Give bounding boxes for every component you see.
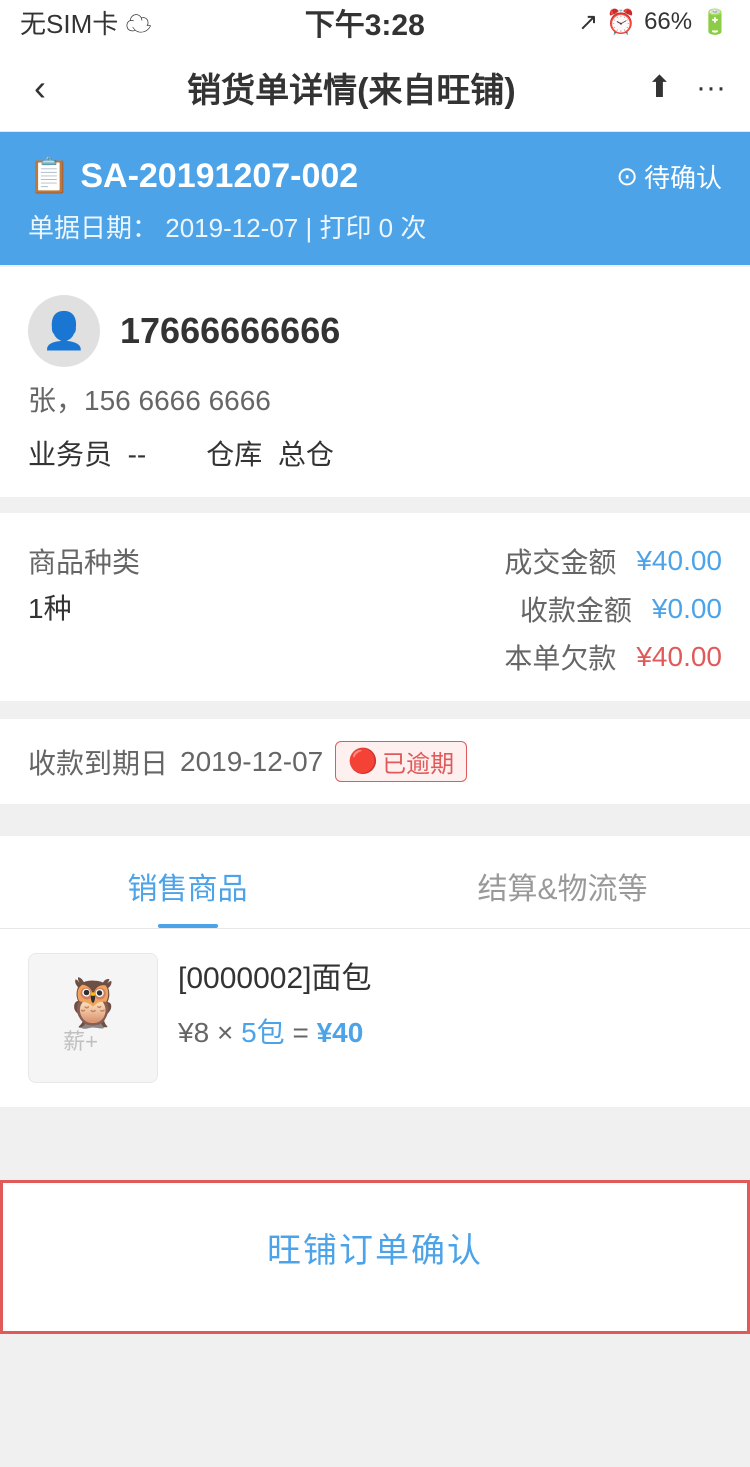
product-type-label: 商品种类 xyxy=(28,541,140,581)
tab-settlement[interactable]: 结算&物流等 xyxy=(375,836,750,928)
summary-right: 成交金额 ¥40.00 收款金额 ¥0.00 本单欠款 ¥40.00 xyxy=(504,541,722,677)
status-clock-icon: ⊙ xyxy=(616,161,638,192)
tab-sales-products[interactable]: 销售商品 xyxy=(0,836,375,928)
customer-top: 👤 17666666666 xyxy=(28,295,722,367)
product-total: ¥40 xyxy=(317,1017,364,1048)
product-info: [0000002]面包 ¥8 × 5包 = ¥40 xyxy=(178,953,722,1051)
products-section: 🦉 薪+ [0000002]面包 ¥8 × 5包 = ¥40 xyxy=(0,929,750,1107)
received-label: 收款金额 xyxy=(520,589,632,629)
product-image: 🦉 薪+ xyxy=(28,953,158,1083)
warehouse: 仓库 总仓 xyxy=(206,433,334,473)
product-price: ¥8 × 5包 = ¥40 xyxy=(178,1011,722,1051)
amount-value: ¥40.00 xyxy=(636,545,722,577)
summary-left: 商品种类 1种 xyxy=(28,541,140,627)
nav-actions: ⬆ ··· xyxy=(647,70,726,105)
amount-label: 成交金额 xyxy=(504,541,616,581)
alarm-icon: ⏰ xyxy=(606,8,636,37)
page-title: 销货单详情(来自旺铺) xyxy=(56,63,647,112)
amount-row: 成交金额 ¥40.00 xyxy=(504,541,722,581)
divider-1 xyxy=(0,497,750,513)
due-date-value: 2019-12-07 xyxy=(180,746,323,778)
back-button[interactable]: ‹ xyxy=(24,57,56,119)
order-status: ⊙ 待确认 xyxy=(616,158,722,195)
more-button[interactable]: ··· xyxy=(696,71,726,105)
sim-status: 无SIM卡 ☁ xyxy=(20,4,151,41)
customer-meta: 业务员 -- 仓库 总仓 xyxy=(28,433,722,473)
status-bar: 无SIM卡 ☁ 下午3:28 ↗ ⏰ 66% 🔋 xyxy=(0,0,750,44)
owed-label: 本单欠款 xyxy=(504,637,616,677)
product-equals: = xyxy=(292,1017,316,1048)
overdue-text: 已逾期 xyxy=(382,744,454,779)
avatar: 👤 xyxy=(28,295,100,367)
order-id: 📋 SA-20191207-002 xyxy=(28,156,358,196)
product-item: 🦉 薪+ [0000002]面包 ¥8 × 5包 = ¥40 xyxy=(28,953,722,1083)
divider-3 xyxy=(0,804,750,820)
product-multiply: × xyxy=(217,1017,241,1048)
owl-icon: 🦉 xyxy=(63,980,123,1028)
product-unit-price: ¥8 xyxy=(178,1017,209,1048)
customer-section: 👤 17666666666 张，156 6666 6666 业务员 -- 仓库 … xyxy=(0,267,750,497)
order-icon: 📋 xyxy=(28,156,70,196)
battery-icon: 🔋 xyxy=(700,8,730,37)
customer-details: 张，156 6666 6666 xyxy=(28,379,722,419)
overdue-icon: 🔴 xyxy=(348,747,378,776)
status-text: 待确认 xyxy=(644,158,722,195)
due-date-label: 收款到期日 xyxy=(28,742,168,782)
tabs: 销售商品 结算&物流等 xyxy=(0,836,750,929)
status-time: 下午3:28 xyxy=(305,0,425,44)
confirm-button[interactable]: 旺铺订单确认 xyxy=(31,1203,719,1291)
order-header: 📋 SA-20191207-002 ⊙ 待确认 单据日期： 2019-12-07… xyxy=(0,132,750,265)
received-value: ¥0.00 xyxy=(652,593,722,625)
received-row: 收款金额 ¥0.00 xyxy=(520,589,722,629)
location-icon: ↗ xyxy=(578,8,598,37)
owed-value: ¥40.00 xyxy=(636,641,722,673)
nav-bar: ‹ 销货单详情(来自旺铺) ⬆ ··· xyxy=(0,44,750,132)
order-date: 单据日期： 2019-12-07 | 打印 0 次 xyxy=(28,208,722,245)
product-qty: 5包 xyxy=(241,1017,285,1048)
product-name: [0000002]面包 xyxy=(178,953,722,997)
owed-row: 本单欠款 ¥40.00 xyxy=(504,637,722,677)
product-thumbnail: 🦉 薪+ xyxy=(63,980,123,1056)
divider-2 xyxy=(0,701,750,717)
share-button[interactable]: ⬆ xyxy=(647,70,672,105)
due-section: 收款到期日 2019-12-07 🔴 已逾期 xyxy=(0,719,750,804)
product-type-value: 1种 xyxy=(28,587,140,627)
battery-status: 66% xyxy=(644,8,692,36)
sales-person: 业务员 -- xyxy=(28,433,146,473)
overdue-badge: 🔴 已逾期 xyxy=(335,741,467,782)
customer-phone: 17666666666 xyxy=(120,310,340,352)
summary-section: 商品种类 1种 成交金额 ¥40.00 收款金额 ¥0.00 本单欠款 ¥40.… xyxy=(0,513,750,701)
confirm-button-wrap: 旺铺订单确认 xyxy=(0,1180,750,1334)
order-header-top: 📋 SA-20191207-002 ⊙ 待确认 xyxy=(28,156,722,196)
status-left: 无SIM卡 ☁ xyxy=(20,4,151,41)
avatar-icon: 👤 xyxy=(42,310,87,352)
status-right: ↗ ⏰ 66% 🔋 xyxy=(578,8,730,37)
